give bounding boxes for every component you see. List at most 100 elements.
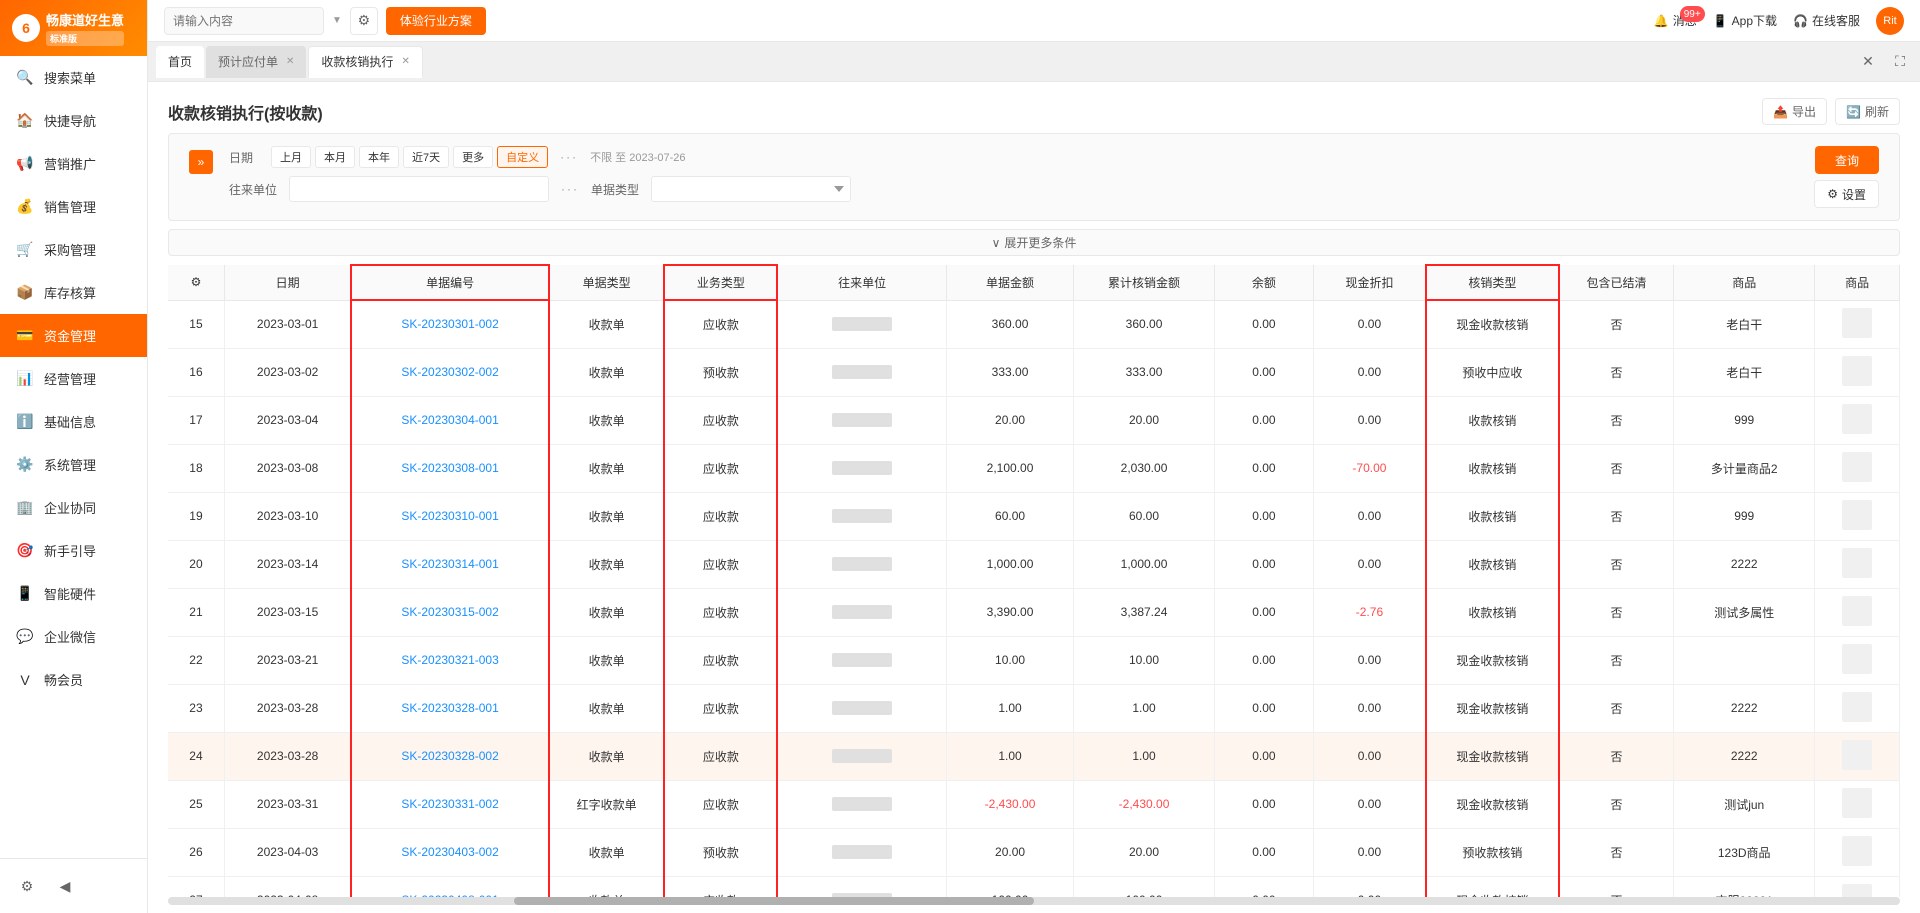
sidebar-item-operations[interactable]: 📊经营管理	[0, 357, 147, 400]
cell-customer	[777, 780, 946, 828]
doc-no-link[interactable]: SK-20230315-002	[401, 605, 498, 619]
cell-verify-type: 现金收款核销	[1426, 780, 1559, 828]
doc-no-link[interactable]: SK-20230331-002	[401, 797, 498, 811]
expand-more-btn[interactable]: ∨ 展开更多条件	[168, 229, 1900, 256]
th-settings[interactable]: ⚙	[168, 265, 224, 300]
app-download-item[interactable]: 📱 App下载	[1713, 12, 1777, 29]
refresh-button[interactable]: 🔄 刷新	[1835, 98, 1900, 125]
query-button[interactable]: 查询	[1815, 146, 1879, 174]
th-verify-type[interactable]: 核销类型	[1426, 265, 1559, 300]
th-goods[interactable]: 商品	[1674, 265, 1815, 300]
th-include-settled[interactable]: 包含已结清	[1559, 265, 1674, 300]
table-container[interactable]: ⚙ 日期 单据编号 单据类型 业务类型 往来单位 单据金额 累计核销金额 余额 …	[148, 264, 1920, 897]
user-avatar[interactable]: Rit	[1876, 7, 1904, 35]
sidebar-item-basic[interactable]: ℹ️基础信息	[0, 400, 147, 443]
th-biz-type[interactable]: 业务类型	[664, 265, 777, 300]
date-btn-custom[interactable]: 自定义	[497, 146, 548, 168]
tab-prepayment[interactable]: 预计应付单 ✕	[206, 46, 306, 78]
table-row[interactable]: 23 2023-03-28 SK-20230328-001 收款单 应收款 1.…	[168, 684, 1900, 732]
sidebar-item-newbie[interactable]: 🎯新手引导	[0, 529, 147, 572]
table-row[interactable]: 26 2023-04-03 SK-20230403-002 收款单 预收款 20…	[168, 828, 1900, 876]
date-btn-more[interactable]: 更多	[453, 146, 493, 168]
doc-no-link[interactable]: SK-20230301-002	[401, 317, 498, 331]
collapse-icon[interactable]: ◀	[50, 871, 80, 901]
horizontal-scrollbar[interactable]	[168, 897, 1900, 905]
table-row[interactable]: 18 2023-03-08 SK-20230308-001 收款单 应收款 2,…	[168, 444, 1900, 492]
th-balance[interactable]: 余额	[1215, 265, 1314, 300]
cell-customer	[777, 348, 946, 396]
online-service-item[interactable]: 🎧 在线客服	[1793, 12, 1860, 29]
cell-date: 2023-03-08	[224, 444, 351, 492]
tab-close-all-icon[interactable]: ✕	[1856, 50, 1880, 74]
cell-biz-type: 应收款	[664, 396, 777, 444]
settings-gear-icon[interactable]: ⚙	[12, 871, 42, 901]
notifications-item[interactable]: 🔔 消息 99+	[1654, 12, 1697, 29]
doc-no-link[interactable]: SK-20230314-001	[401, 557, 498, 571]
doc-no-link[interactable]: SK-20230308-001	[401, 461, 498, 475]
th-doc-type[interactable]: 单据类型	[549, 265, 665, 300]
export-button[interactable]: 📤 导出	[1762, 98, 1827, 125]
sidebar-item-marketing[interactable]: 📢营销推广	[0, 142, 147, 185]
th-date[interactable]: 日期	[224, 265, 351, 300]
breadcrumb-input[interactable]	[164, 7, 324, 35]
cell-date: 2023-03-28	[224, 732, 351, 780]
th-goods-img[interactable]: 商品	[1815, 265, 1900, 300]
cell-balance: 0.00	[1215, 588, 1314, 636]
sidebar-item-system[interactable]: ⚙️系统管理	[0, 443, 147, 486]
table-row[interactable]: 17 2023-03-04 SK-20230304-001 收款单 应收款 20…	[168, 396, 1900, 444]
table-row[interactable]: 16 2023-03-02 SK-20230302-002 收款单 预收款 33…	[168, 348, 1900, 396]
sidebar-item-quicknav[interactable]: 🏠快捷导航	[0, 99, 147, 142]
filter-expand-button[interactable]: »	[189, 150, 213, 174]
table-row[interactable]: 22 2023-03-21 SK-20230321-003 收款单 应收款 10…	[168, 636, 1900, 684]
sidebar-item-sales[interactable]: 💰销售管理	[0, 185, 147, 228]
doc-no-link[interactable]: SK-20230328-002	[401, 749, 498, 763]
cell-goods: 测试jun	[1674, 780, 1815, 828]
table-row[interactable]: 21 2023-03-15 SK-20230315-002 收款单 应收款 3,…	[168, 588, 1900, 636]
tab-collection-close[interactable]: ✕	[401, 56, 409, 67]
sidebar-item-inventory[interactable]: 📦库存核算	[0, 271, 147, 314]
cell-include-settled: 否	[1559, 732, 1674, 780]
doc-no-link[interactable]: SK-20230304-001	[401, 413, 498, 427]
industry-btn[interactable]: 体验行业方案	[386, 7, 486, 35]
table-row[interactable]: 20 2023-03-14 SK-20230314-001 收款单 应收款 1,…	[168, 540, 1900, 588]
sidebar-item-corp[interactable]: 🏢企业协同	[0, 486, 147, 529]
doc-no-link[interactable]: SK-20230321-003	[401, 653, 498, 667]
tab-expand-icon[interactable]: ⛶	[1888, 50, 1912, 74]
th-amount[interactable]: 单据金额	[947, 265, 1074, 300]
date-btn-thisyear[interactable]: 本年	[359, 146, 399, 168]
th-verified[interactable]: 累计核销金额	[1074, 265, 1215, 300]
scrollbar-thumb[interactable]	[514, 897, 1034, 905]
sidebar-item-member[interactable]: V畅会员	[0, 658, 147, 701]
sidebar-item-finance[interactable]: 💳资金管理	[0, 314, 147, 357]
date-btn-lastmonth[interactable]: 上月	[271, 146, 311, 168]
table-row[interactable]: 25 2023-03-31 SK-20230331-002 红字收款单 应收款 …	[168, 780, 1900, 828]
cell-verified: 2,030.00	[1074, 444, 1215, 492]
customer-input[interactable]	[289, 176, 549, 202]
table-row[interactable]: 19 2023-03-10 SK-20230310-001 收款单 应收款 60…	[168, 492, 1900, 540]
date-btn-7days[interactable]: 近7天	[403, 146, 449, 168]
doc-no-link[interactable]: SK-20230302-002	[401, 365, 498, 379]
th-discount[interactable]: 现金折扣	[1313, 265, 1426, 300]
sidebar-item-purchase[interactable]: 🛒采购管理	[0, 228, 147, 271]
tab-collection[interactable]: 收款核销执行 ✕	[308, 46, 422, 78]
table-row[interactable]: 15 2023-03-01 SK-20230301-002 收款单 应收款 36…	[168, 300, 1900, 348]
doc-no-link[interactable]: SK-20230328-001	[401, 701, 498, 715]
table-row[interactable]: 27 2023-04-08 SK-20230408-001 收款单 应收款 10…	[168, 876, 1900, 897]
tab-prepayment-close[interactable]: ✕	[286, 56, 294, 67]
th-doc-no[interactable]: 单据编号	[351, 265, 548, 300]
sidebar-item-search[interactable]: 🔍搜索菜单	[0, 56, 147, 99]
scrollbar-area[interactable]	[148, 897, 1920, 913]
filter-settings-button[interactable]: ⚙ 设置	[1814, 180, 1879, 208]
doc-no-link[interactable]: SK-20230310-001	[401, 509, 498, 523]
table-row[interactable]: 24 2023-03-28 SK-20230328-002 收款单 应收款 1.…	[168, 732, 1900, 780]
cell-date: 2023-03-28	[224, 684, 351, 732]
sidebar-item-hardware[interactable]: 📱智能硬件	[0, 572, 147, 615]
date-btn-thismonth[interactable]: 本月	[315, 146, 355, 168]
th-customer[interactable]: 往来单位	[777, 265, 946, 300]
topbar-gear-button[interactable]: ⚙	[350, 7, 378, 35]
table-body: 15 2023-03-01 SK-20230301-002 收款单 应收款 36…	[168, 300, 1900, 897]
sidebar-item-wechat[interactable]: 💬企业微信	[0, 615, 147, 658]
doc-type-select[interactable]	[651, 176, 851, 202]
tab-home[interactable]: 首页	[156, 46, 204, 78]
doc-no-link[interactable]: SK-20230403-002	[401, 845, 498, 859]
